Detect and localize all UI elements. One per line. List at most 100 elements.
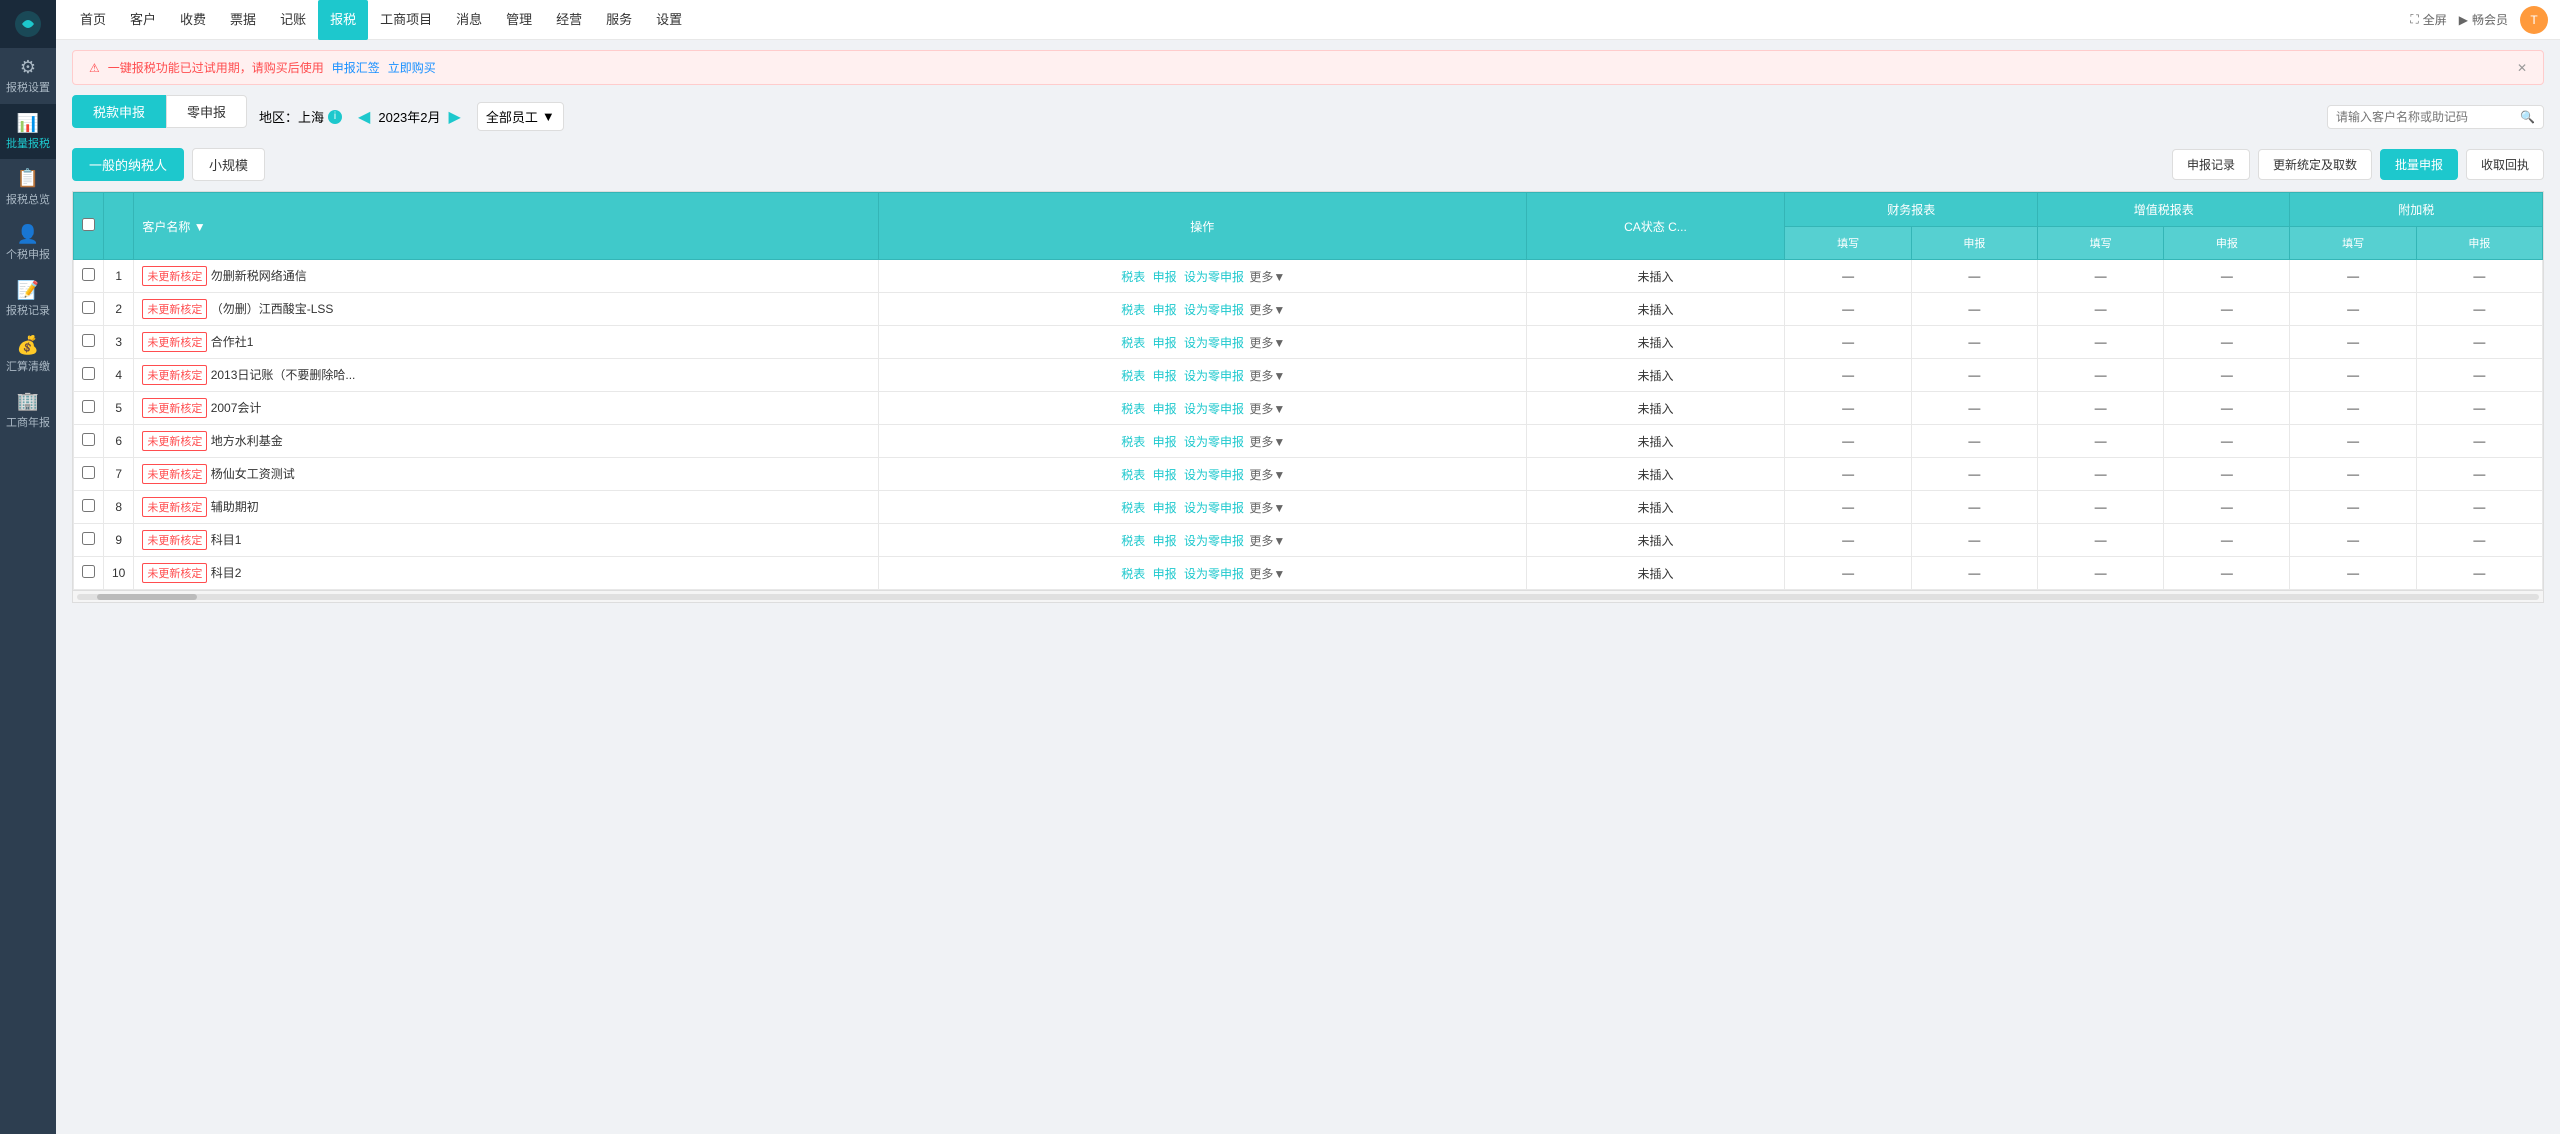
row-zero-declare-4[interactable]: 设为零申报 [1184,402,1244,416]
employee-filter[interactable]: 全部员工 ▼ [477,102,564,131]
period-next-button[interactable]: ▶ [445,107,465,127]
row-zero-declare-0[interactable]: 设为零申报 [1184,270,1244,284]
status-tag-8: 未更新核定 [142,530,207,550]
horizontal-scrollbar-thumb[interactable] [97,594,197,600]
nav-invoice[interactable]: 票据 [218,0,268,40]
sidebar-item-annual-report[interactable]: 🏢 工商年报 [0,382,56,438]
declare-record-button[interactable]: 申报记录 [2172,149,2250,180]
buy-link[interactable]: 立即购买 [388,59,436,76]
row-declare-7[interactable]: 申报 [1153,501,1177,515]
row-declare-4[interactable]: 申报 [1153,402,1177,416]
subtab-general-taxpayer[interactable]: 一般的纳税人 [72,148,184,181]
declare-link[interactable]: 申报汇签 [332,59,380,76]
update-settings-button[interactable]: 更新统定及取数 [2258,149,2372,180]
sidebar-item-taxsettings[interactable]: ⚙ 报税设置 [0,48,56,104]
region-info-icon[interactable]: i [328,110,342,124]
tab-tax-declare[interactable]: 税款申报 [72,95,166,128]
nav-service[interactable]: 服务 [594,0,644,40]
row-fin-fill-7: — [1785,491,1911,524]
nav-billing[interactable]: 收费 [168,0,218,40]
col-tax-report-header: 增值税报表 [2037,193,2290,227]
nav-operation[interactable]: 经营 [544,0,594,40]
row-tax-form-1[interactable]: 税表 [1121,303,1145,317]
row-checkbox-0[interactable] [82,268,95,281]
row-checkbox-2[interactable] [82,334,95,347]
member-button[interactable]: ▶ 畅会员 [2459,11,2508,28]
row-more-6[interactable]: 更多▼ [1249,468,1285,482]
row-zero-declare-9[interactable]: 设为零申报 [1184,567,1244,581]
period-prev-button[interactable]: ◀ [354,107,374,127]
row-more-0[interactable]: 更多▼ [1249,270,1285,284]
retrieve-receipt-button[interactable]: 收取回执 [2466,149,2544,180]
row-declare-3[interactable]: 申报 [1153,369,1177,383]
row-zero-declare-8[interactable]: 设为零申报 [1184,534,1244,548]
row-declare-2[interactable]: 申报 [1153,336,1177,350]
row-more-8[interactable]: 更多▼ [1249,534,1285,548]
row-zero-declare-2[interactable]: 设为零申报 [1184,336,1244,350]
row-zero-declare-6[interactable]: 设为零申报 [1184,468,1244,482]
nav-tax[interactable]: 报税 [318,0,368,40]
row-more-4[interactable]: 更多▼ [1249,402,1285,416]
sidebar-item-tax-overview[interactable]: 📋 报税总览 [0,159,56,215]
sidebar-item-batch-tax[interactable]: 📊 批量报税 [0,104,56,160]
row-tax-form-5[interactable]: 税表 [1121,435,1145,449]
row-more-2[interactable]: 更多▼ [1249,336,1285,350]
sidebar-item-personal-tax[interactable]: 👤 个税申报 [0,215,56,271]
row-more-1[interactable]: 更多▼ [1249,303,1285,317]
row-declare-8[interactable]: 申报 [1153,534,1177,548]
row-checkbox-3[interactable] [82,367,95,380]
row-more-9[interactable]: 更多▼ [1249,567,1285,581]
row-tax-form-4[interactable]: 税表 [1121,402,1145,416]
row-zero-declare-7[interactable]: 设为零申报 [1184,501,1244,515]
row-add-fill-0: — [2290,260,2416,293]
fullscreen-button[interactable]: ⛶ 全屏 [2410,11,2446,28]
row-more-7[interactable]: 更多▼ [1249,501,1285,515]
row-tax-form-9[interactable]: 税表 [1121,567,1145,581]
row-zero-declare-3[interactable]: 设为零申报 [1184,369,1244,383]
sidebar-item-label: 报税总览 [6,193,50,207]
row-more-5[interactable]: 更多▼ [1249,435,1285,449]
sidebar-item-annual-settlement[interactable]: 💰 汇算清缴 [0,326,56,382]
row-tax-fill-9: — [2037,557,2163,590]
row-checkbox-5[interactable] [82,433,95,446]
nav-manage[interactable]: 管理 [494,0,544,40]
search-icon[interactable]: 🔍 [2520,110,2535,124]
nav-business[interactable]: 工商项目 [368,0,444,40]
select-all-checkbox[interactable] [82,218,95,231]
search-input[interactable] [2336,110,2516,124]
row-declare-5[interactable]: 申报 [1153,435,1177,449]
nav-home[interactable]: 首页 [68,0,118,40]
nav-accounting[interactable]: 记账 [268,0,318,40]
row-tax-form-8[interactable]: 税表 [1121,534,1145,548]
row-declare-6[interactable]: 申报 [1153,468,1177,482]
row-add-declare-3: — [2416,359,2542,392]
row-declare-9[interactable]: 申报 [1153,567,1177,581]
row-checkbox-9[interactable] [82,565,95,578]
row-tax-form-3[interactable]: 税表 [1121,369,1145,383]
row-zero-declare-5[interactable]: 设为零申报 [1184,435,1244,449]
row-checkbox-8[interactable] [82,532,95,545]
top-nav: 首页 客户 收费 票据 记账 报税 工商项目 消息 管理 经营 服务 设置 ⛶ … [56,0,2560,40]
nav-customer[interactable]: 客户 [118,0,168,40]
nav-settings[interactable]: 设置 [644,0,694,40]
row-declare-0[interactable]: 申报 [1153,270,1177,284]
tab-zero-declare[interactable]: 零申报 [166,95,247,128]
sidebar-item-tax-record[interactable]: 📝 报税记录 [0,271,56,327]
row-more-3[interactable]: 更多▼ [1249,369,1285,383]
row-declare-1[interactable]: 申报 [1153,303,1177,317]
row-checkbox-4[interactable] [82,400,95,413]
row-checkbox-7[interactable] [82,499,95,512]
row-tax-form-7[interactable]: 税表 [1121,501,1145,515]
row-tax-form-0[interactable]: 税表 [1121,270,1145,284]
row-tax-form-2[interactable]: 税表 [1121,336,1145,350]
batch-declare-button[interactable]: 批量申报 [2380,149,2458,180]
nav-message[interactable]: 消息 [444,0,494,40]
row-tax-form-6[interactable]: 税表 [1121,468,1145,482]
subtab-small-scale[interactable]: 小规模 [192,148,265,181]
col-ca-header: CA状态 C... [1526,193,1785,260]
row-checkbox-6[interactable] [82,466,95,479]
region-filter[interactable]: 地区：上海 i [259,107,342,126]
row-zero-declare-1[interactable]: 设为零申报 [1184,303,1244,317]
row-checkbox-1[interactable] [82,301,95,314]
notification-close-button[interactable]: ✕ [2517,61,2527,75]
